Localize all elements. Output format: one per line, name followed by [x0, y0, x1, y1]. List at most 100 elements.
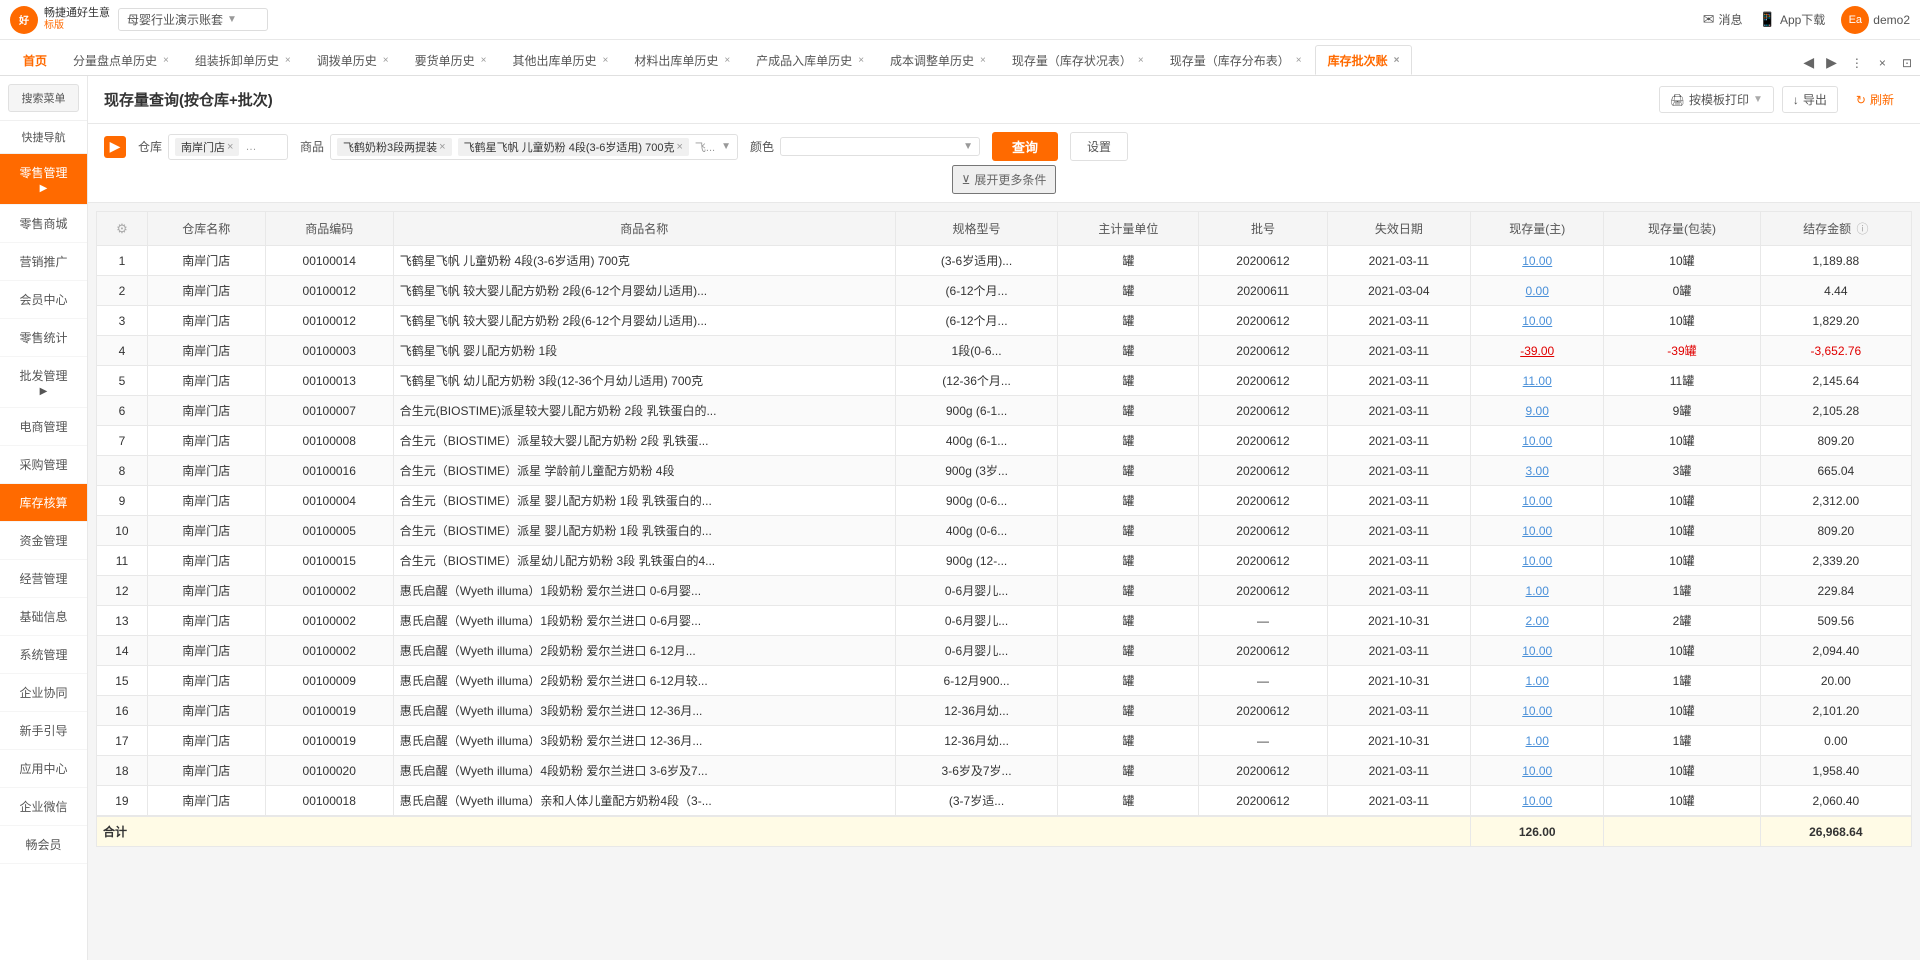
row-stock-main[interactable]: 10.00: [1471, 546, 1604, 576]
close-icon[interactable]: ×: [285, 55, 291, 66]
close-icon[interactable]: ×: [724, 55, 730, 66]
table-row: 8 南岸门店 00100016 合生元（BIOSTIME）派星 学龄前儿童配方奶…: [97, 456, 1912, 486]
sidebar-item-system-mgmt[interactable]: 系统管理: [0, 636, 87, 674]
row-batch: 20200612: [1199, 636, 1327, 666]
chevron-right-icon: ▶: [40, 386, 48, 397]
tab-transfer[interactable]: 调拨单历史 ×: [304, 45, 402, 75]
tab-next-btn[interactable]: ▶: [1820, 50, 1843, 75]
expand-more-conditions-btn[interactable]: ⊻ 展开更多条件: [952, 165, 1057, 194]
app-download-btn[interactable]: 📱 App下载: [1759, 11, 1826, 28]
row-stock-main[interactable]: 10.00: [1471, 696, 1604, 726]
close-icon[interactable]: ×: [383, 55, 389, 66]
tab-stock-dist[interactable]: 现存量（库存分布表） ×: [1157, 45, 1315, 75]
row-batch: 20200612: [1199, 306, 1327, 336]
sidebar-item-enterprise-wechat[interactable]: 企业微信: [0, 788, 87, 826]
sidebar-item-retail-shop[interactable]: 零售商城: [0, 205, 87, 243]
messages-btn[interactable]: ✉ 消息: [1703, 11, 1743, 28]
warehouse-tag-container[interactable]: 南岸门店 × …: [168, 134, 288, 160]
material-out-label: 材料出库单历史: [634, 52, 718, 69]
sidebar-item-operation-mgmt[interactable]: 经营管理: [0, 560, 87, 598]
export-btn[interactable]: ↓ 导出: [1782, 86, 1838, 113]
close-icon[interactable]: ×: [858, 55, 864, 66]
sidebar-item-retail-mgmt[interactable]: 零售管理 ▶: [0, 154, 87, 205]
row-stock-pkg: 1罐: [1604, 726, 1760, 756]
tab-split-inventory[interactable]: 分量盘点单历史 ×: [60, 45, 182, 75]
close-icon[interactable]: ×: [1394, 55, 1400, 66]
row-expire: 2021-03-11: [1327, 336, 1471, 366]
expand-filter-btn[interactable]: ▶: [104, 136, 126, 158]
user-profile-btn[interactable]: Ea demo2: [1841, 6, 1910, 34]
row-stock-main[interactable]: 1.00: [1471, 576, 1604, 606]
info-icon[interactable]: ⓘ: [1856, 222, 1868, 236]
refresh-btn[interactable]: ↻ 刷新: [1846, 87, 1904, 112]
filter-expand-row: ⊻ 展开更多条件: [104, 161, 1904, 194]
sidebar-item-ecommerce-mgmt[interactable]: 电商管理: [0, 408, 87, 446]
close-icon[interactable]: ×: [163, 55, 169, 66]
close-icon[interactable]: ×: [1138, 55, 1144, 66]
tab-product-in[interactable]: 产成品入库单历史 ×: [743, 45, 877, 75]
tab-requisition[interactable]: 要货单历史 ×: [402, 45, 500, 75]
row-stock-main[interactable]: 1.00: [1471, 726, 1604, 756]
sidebar-item-purchase-mgmt[interactable]: 采购管理: [0, 446, 87, 484]
tab-close-all-btn[interactable]: ×: [1871, 52, 1894, 74]
tab-material-out[interactable]: 材料出库单历史 ×: [621, 45, 743, 75]
product-more-text[interactable]: 飞...: [695, 139, 715, 155]
row-stock-main[interactable]: 10.00: [1471, 636, 1604, 666]
sidebar-shortcut-btn[interactable]: 快捷导航: [0, 121, 87, 154]
sidebar-item-app-center[interactable]: 应用中心: [0, 750, 87, 788]
color-tag-container[interactable]: ▼: [780, 137, 980, 156]
row-stock-main[interactable]: -39.00: [1471, 336, 1604, 366]
filter-more-dots[interactable]: …: [245, 141, 256, 153]
row-spec: 900g (6-1...: [895, 396, 1058, 426]
search-menu-btn[interactable]: 搜索菜单: [8, 84, 79, 112]
tab-cost-adjust[interactable]: 成本调整单历史 ×: [877, 45, 999, 75]
row-stock-main[interactable]: 10.00: [1471, 426, 1604, 456]
product-tag-container[interactable]: 飞鹤奶粉3段两提装 × 飞鹤星飞帆 儿童奶粉 4段(3-6岁适用) 700克 ×…: [330, 134, 738, 160]
close-icon[interactable]: ×: [676, 141, 682, 153]
row-stock-main[interactable]: 10.00: [1471, 486, 1604, 516]
sidebar-item-inventory-check[interactable]: 库存核算: [0, 484, 87, 522]
tab-more-btn[interactable]: ⋮: [1843, 52, 1871, 74]
tab-batch-ledger[interactable]: 库存批次账 ×: [1315, 45, 1413, 75]
tab-stock-status[interactable]: 现存量（库存状况表） ×: [999, 45, 1157, 75]
sidebar-item-new-guide[interactable]: 新手引导: [0, 712, 87, 750]
sidebar-item-finance-mgmt[interactable]: 资金管理: [0, 522, 87, 560]
row-stock-main[interactable]: 10.00: [1471, 306, 1604, 336]
sidebar-item-member-app[interactable]: 畅会员: [0, 826, 87, 864]
row-batch: —: [1199, 606, 1327, 636]
col-gear[interactable]: ⚙: [97, 212, 148, 246]
sidebar-item-wholesale-mgmt[interactable]: 批发管理 ▶: [0, 357, 87, 408]
close-icon[interactable]: ×: [481, 55, 487, 66]
template-print-btn[interactable]: 🖨 按模板打印 ▼: [1659, 86, 1774, 113]
close-icon[interactable]: ×: [227, 141, 233, 153]
row-stock-main[interactable]: 9.00: [1471, 396, 1604, 426]
tab-other-out[interactable]: 其他出库单历史 ×: [499, 45, 621, 75]
tab-disassemble[interactable]: 组装拆卸单历史 ×: [182, 45, 304, 75]
row-stock-main[interactable]: 1.00: [1471, 666, 1604, 696]
settings-btn[interactable]: 设置: [1070, 132, 1128, 161]
account-selector[interactable]: 母婴行业演示账套 ▼: [118, 8, 268, 31]
tab-prev-btn[interactable]: ◀: [1797, 50, 1820, 75]
close-icon[interactable]: ×: [1296, 55, 1302, 66]
account-label: 母婴行业演示账套: [127, 11, 223, 28]
close-icon[interactable]: ×: [602, 55, 608, 66]
row-stock-main[interactable]: 10.00: [1471, 516, 1604, 546]
sidebar-item-enterprise-collab[interactable]: 企业协同: [0, 674, 87, 712]
tab-home[interactable]: 首页: [10, 45, 60, 75]
row-stock-main[interactable]: 10.00: [1471, 756, 1604, 786]
close-icon[interactable]: ×: [980, 55, 986, 66]
row-warehouse: 南岸门店: [147, 276, 265, 306]
sidebar-item-basic-info[interactable]: 基础信息: [0, 598, 87, 636]
row-stock-main[interactable]: 10.00: [1471, 786, 1604, 817]
row-stock-main[interactable]: 0.00: [1471, 276, 1604, 306]
tab-maximize-btn[interactable]: ⊡: [1894, 52, 1920, 74]
row-stock-main[interactable]: 2.00: [1471, 606, 1604, 636]
sidebar-item-marketing[interactable]: 营销推广: [0, 243, 87, 281]
row-stock-main[interactable]: 10.00: [1471, 246, 1604, 276]
row-stock-main[interactable]: 11.00: [1471, 366, 1604, 396]
sidebar-item-retail-stats[interactable]: 零售统计: [0, 319, 87, 357]
sidebar-item-member-center[interactable]: 会员中心: [0, 281, 87, 319]
close-icon[interactable]: ×: [439, 141, 445, 153]
query-btn[interactable]: 查询: [992, 132, 1058, 161]
row-stock-main[interactable]: 3.00: [1471, 456, 1604, 486]
